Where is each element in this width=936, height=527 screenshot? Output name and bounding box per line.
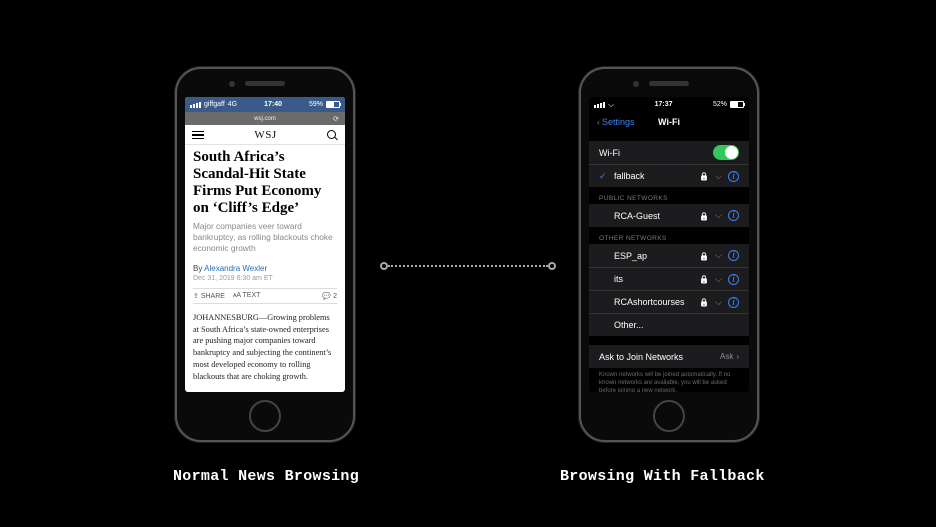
lock-icon: [699, 274, 709, 284]
other-label: Other...: [614, 320, 644, 330]
carrier-label: giffgaff: [204, 101, 225, 108]
ask-label: Ask to Join Networks: [599, 352, 683, 362]
phone-speaker: [649, 81, 689, 86]
nav-title: Wi-Fi: [658, 117, 680, 127]
wifi-toggle-switch[interactable]: [713, 145, 739, 160]
network-row[interactable]: RCA-Guest ⌵ i: [589, 204, 749, 227]
search-icon[interactable]: [327, 130, 338, 141]
home-button[interactable]: [653, 400, 685, 432]
front-camera-dot: [229, 81, 235, 87]
connector-end-left: [380, 262, 388, 270]
article-dek: Major companies veer toward bankruptcy, …: [193, 221, 337, 253]
phone-right: ⌵ 17:37 52% ‹ Settings Wi-Fi Wi-Fi: [579, 67, 759, 442]
ask-to-join-row[interactable]: Ask to Join Networks Ask ›: [589, 345, 749, 368]
network-row[interactable]: RCAshortcourses ⌵ i: [589, 290, 749, 313]
caption-left: Normal News Browsing: [173, 468, 359, 485]
checkmark-icon: ✓: [599, 171, 608, 182]
info-icon[interactable]: i: [728, 171, 739, 182]
network-name: RCA-Guest: [614, 211, 660, 221]
chevron-left-icon: ‹: [597, 117, 600, 127]
screen-right: ⌵ 17:37 52% ‹ Settings Wi-Fi Wi-Fi: [589, 97, 749, 392]
wifi-icon: ⌵: [608, 101, 614, 109]
info-icon[interactable]: i: [728, 210, 739, 221]
article-pubdate: Dec 31, 2019 6:30 am ET: [193, 275, 337, 282]
article-body: South Africa’s Scandal-Hit State Firms P…: [185, 145, 345, 386]
wifi-signal-icon: ⌵: [715, 297, 722, 308]
back-button[interactable]: ‹ Settings: [597, 117, 635, 127]
article-tools: ⇪ SHARE ᴀA TEXT 💬 2: [193, 288, 337, 304]
ask-value: Ask: [720, 352, 733, 361]
network-name: RCAshortcourses: [614, 297, 685, 307]
network-name: its: [614, 274, 623, 284]
home-button[interactable]: [249, 400, 281, 432]
front-camera-dot: [633, 81, 639, 87]
comments-count[interactable]: 💬 2: [322, 292, 337, 300]
wifi-toggle-label: Wi-Fi: [599, 148, 620, 158]
wifi-toggle-group: Wi-Fi ✓ fallback ⌵ i: [589, 141, 749, 187]
chevron-right-icon: ›: [736, 352, 739, 361]
signal-bars-icon: [190, 102, 201, 108]
info-icon[interactable]: i: [728, 274, 739, 285]
share-button[interactable]: ⇪ SHARE: [193, 292, 225, 300]
wifi-signal-icon: ⌵: [715, 210, 722, 221]
back-label: Settings: [602, 117, 635, 127]
network-label: 4G: [228, 101, 237, 108]
signal-bars-icon: [594, 102, 605, 108]
caption-right: Browsing With Fallback: [560, 468, 765, 485]
hamburger-icon[interactable]: [192, 131, 204, 140]
diagram-canvas: giffgaff 4G 17:40 59% wsj.com ⟳ WSJ Sou: [0, 0, 936, 527]
connector-line: [380, 262, 556, 270]
status-bar: ⌵ 17:37 52%: [589, 97, 749, 112]
section-other-label: OTHER NETWORKS: [589, 227, 749, 244]
text-size-button[interactable]: ᴀA TEXT: [233, 292, 260, 299]
article-byline: By Alexandra Wexler: [193, 264, 337, 273]
status-time: 17:40: [264, 101, 282, 108]
byline-author-link[interactable]: Alexandra Wexler: [204, 264, 267, 273]
section-public-label: PUBLIC NETWORKS: [589, 187, 749, 204]
nav-bar: ‹ Settings Wi-Fi: [589, 112, 749, 132]
screen-left: giffgaff 4G 17:40 59% wsj.com ⟳ WSJ Sou: [185, 97, 345, 392]
network-row[interactable]: ESP_ap ⌵ i: [589, 244, 749, 267]
connector-end-right: [548, 262, 556, 270]
wifi-signal-icon: ⌵: [715, 171, 722, 182]
article-paragraph: JOHANNESBURG—Growing problems at South A…: [193, 312, 337, 383]
safari-address-bar[interactable]: wsj.com ⟳: [185, 112, 345, 125]
site-header: WSJ: [185, 125, 345, 145]
lock-icon: [699, 251, 709, 261]
lock-icon: [699, 211, 709, 221]
phone-left: giffgaff 4G 17:40 59% wsj.com ⟳ WSJ Sou: [175, 67, 355, 442]
wifi-toggle-row[interactable]: Wi-Fi: [589, 141, 749, 164]
other-network-row[interactable]: Other...: [589, 313, 749, 336]
network-row[interactable]: its ⌵ i: [589, 267, 749, 290]
wifi-signal-icon: ⌵: [715, 250, 722, 261]
wifi-signal-icon: ⌵: [715, 274, 722, 285]
info-icon[interactable]: i: [728, 250, 739, 261]
ask-description: Known networks will be joined automatica…: [589, 368, 749, 392]
url-label: wsj.com: [254, 116, 276, 122]
public-networks-group: RCA-Guest ⌵ i: [589, 204, 749, 227]
connected-network-name: fallback: [614, 171, 645, 181]
info-icon[interactable]: i: [728, 297, 739, 308]
lock-icon: [699, 171, 709, 181]
connector-dots: [388, 265, 548, 267]
network-name: ESP_ap: [614, 251, 647, 261]
other-networks-group: ESP_ap ⌵ i its ⌵ i RCAshor: [589, 244, 749, 336]
byline-prefix: By: [193, 264, 204, 273]
reload-icon[interactable]: ⟳: [333, 115, 339, 123]
battery-pct: 52%: [713, 101, 727, 108]
connected-network-row[interactable]: ✓ fallback ⌵ i: [589, 164, 749, 187]
phone-speaker: [245, 81, 285, 86]
lock-icon: [699, 297, 709, 307]
status-bar: giffgaff 4G 17:40 59%: [185, 97, 345, 112]
status-time: 17:37: [655, 101, 673, 108]
battery-pct: 59%: [309, 101, 323, 108]
battery-icon: [730, 101, 744, 108]
ask-to-join-group: Ask to Join Networks Ask ›: [589, 345, 749, 368]
wsj-logo[interactable]: WSJ: [254, 129, 276, 141]
article-headline: South Africa’s Scandal-Hit State Firms P…: [193, 149, 337, 217]
battery-icon: [326, 101, 340, 108]
